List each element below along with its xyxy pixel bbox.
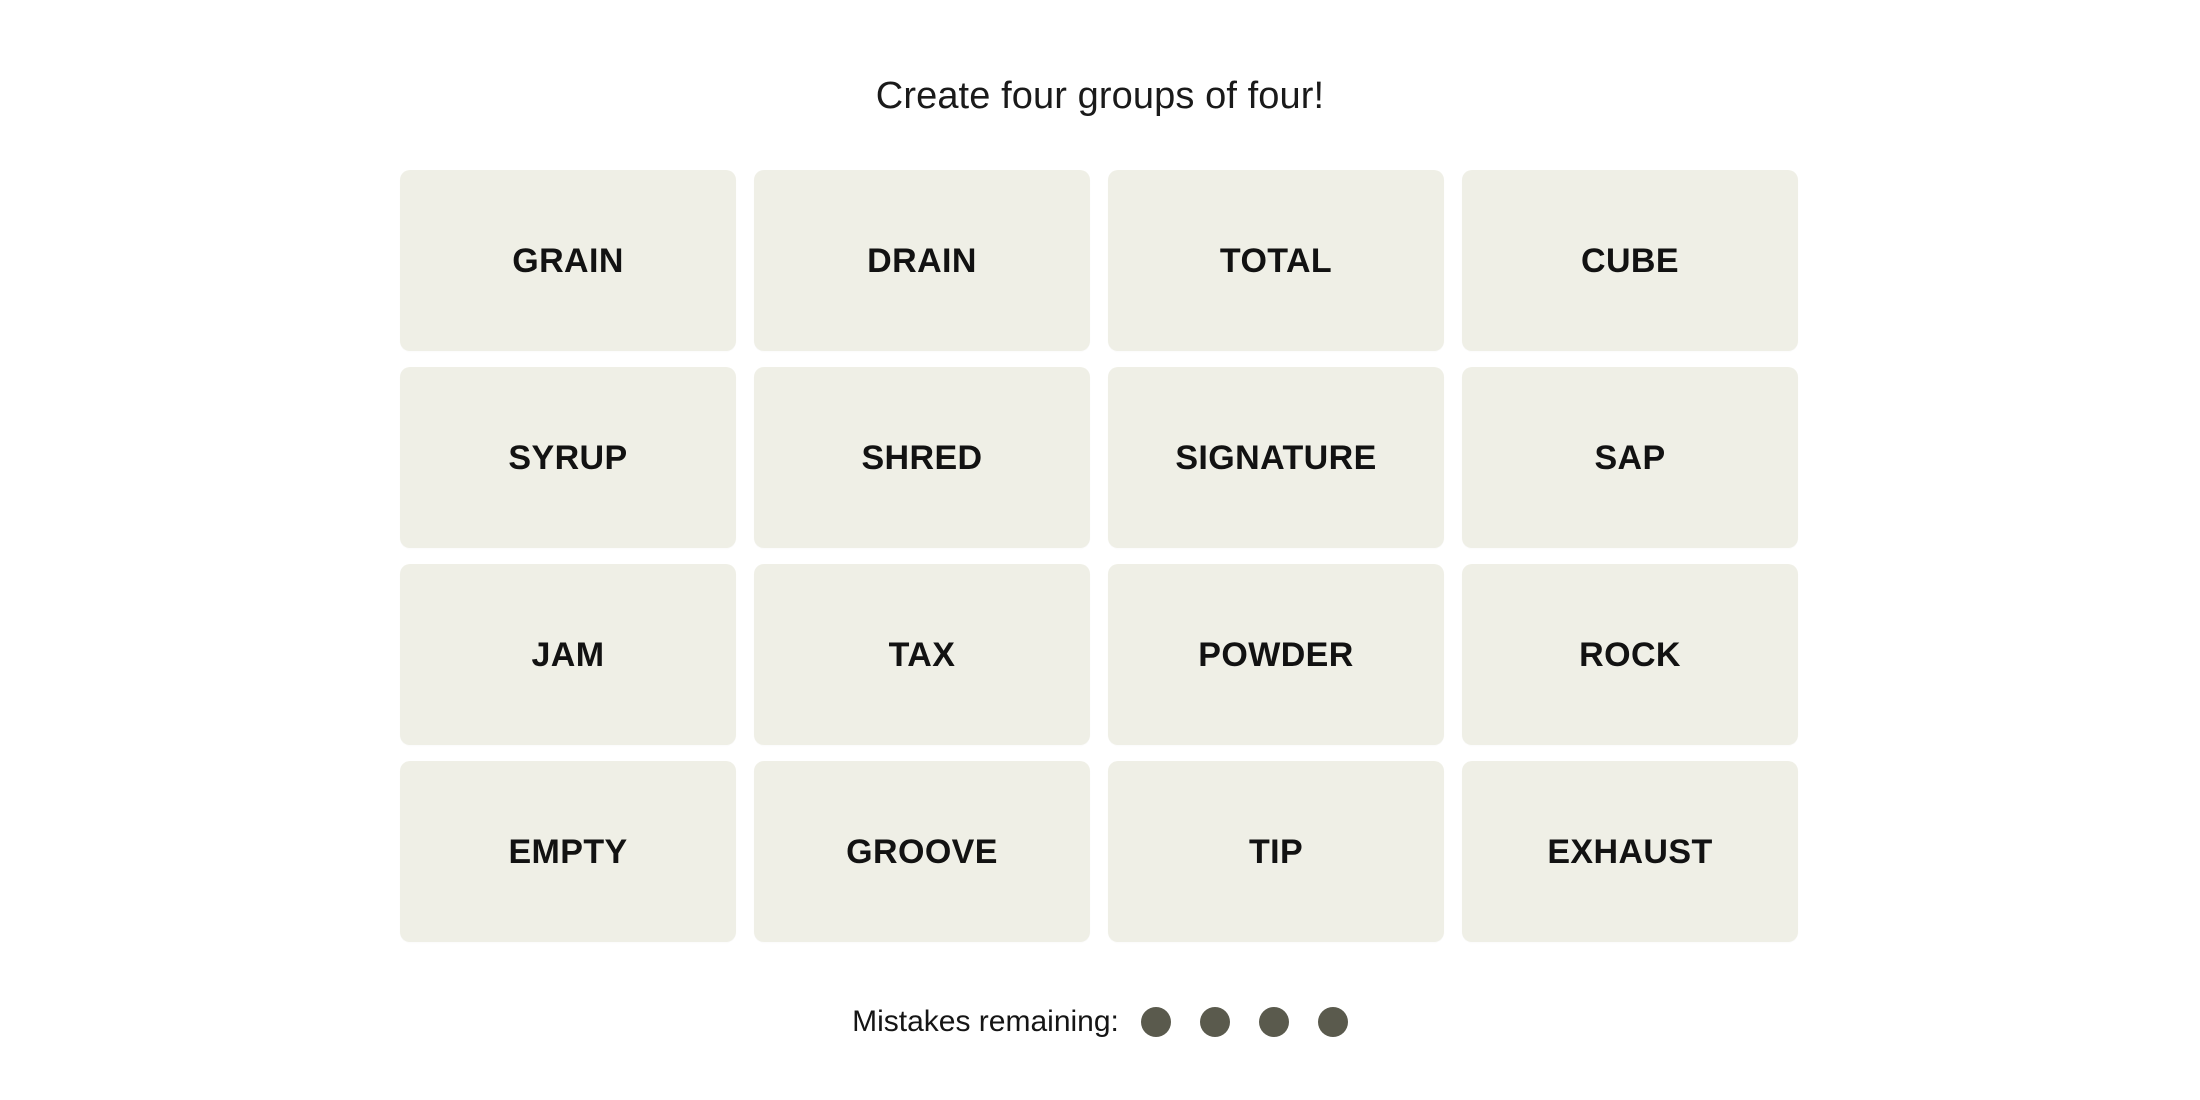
word-tile-label: TOTAL xyxy=(1219,241,1333,280)
word-tile[interactable]: SAP xyxy=(1462,367,1798,548)
mistakes-remaining-row: Mistakes remaining: xyxy=(0,1000,2200,1044)
word-tile[interactable]: POWDER xyxy=(1108,564,1444,745)
word-tile[interactable]: TAX xyxy=(754,564,1090,745)
mistakes-dot-group xyxy=(1140,1007,1348,1037)
word-tile[interactable]: SHRED xyxy=(754,367,1090,548)
mistake-dot-icon xyxy=(1140,1007,1171,1037)
word-tile-label: SIGNATURE xyxy=(1175,438,1377,477)
word-tile-label: JAM xyxy=(531,635,605,674)
mistake-dot-icon xyxy=(1199,1007,1230,1037)
word-tile[interactable]: CUBE xyxy=(1462,170,1798,351)
page-title: Create four groups of four! xyxy=(875,75,1325,117)
word-tile-label: GRAIN xyxy=(512,241,624,280)
mistake-dot-icon xyxy=(1258,1007,1289,1037)
word-tile[interactable]: EMPTY xyxy=(400,761,736,942)
word-tile[interactable]: EXHAUST xyxy=(1462,761,1798,942)
word-tile[interactable]: JAM xyxy=(400,564,736,745)
word-tile-label: POWDER xyxy=(1198,635,1354,674)
word-tile-label: TIP xyxy=(1248,832,1304,871)
word-tile-label: CUBE xyxy=(1581,241,1679,280)
word-tile-label: EXHAUST xyxy=(1547,832,1713,871)
word-tile[interactable]: TIP xyxy=(1108,761,1444,942)
word-tile-label: SHRED xyxy=(861,438,983,477)
word-tile[interactable]: GRAIN xyxy=(400,170,736,351)
word-tile-label: TAX xyxy=(888,635,956,674)
word-tile-label: GROOVE xyxy=(846,832,998,871)
word-tile-label: SYRUP xyxy=(508,438,628,477)
word-tile[interactable]: GROOVE xyxy=(754,761,1090,942)
connections-game-page: Create four groups of four! GRAIN DRAIN TO… xyxy=(0,0,2200,1100)
word-tile[interactable]: SYRUP xyxy=(400,367,736,548)
word-grid: GRAIN DRAIN TOTAL CUBE SYRUP SHRED SIGNATURE SA… xyxy=(400,170,1798,942)
word-tile[interactable]: DRAIN xyxy=(754,170,1090,351)
word-tile-label: SAP xyxy=(1594,438,1666,477)
word-tile[interactable]: SIGNATURE xyxy=(1108,367,1444,548)
word-tile[interactable]: TOTAL xyxy=(1108,170,1444,351)
mistakes-remaining-label: Mistakes remaining: xyxy=(852,1005,1119,1038)
word-tile-label: ROCK xyxy=(1579,635,1681,674)
word-tile[interactable]: ROCK xyxy=(1462,564,1798,745)
word-tile-label: DRAIN xyxy=(867,241,977,280)
word-tile-label: EMPTY xyxy=(508,832,628,871)
mistake-dot-icon xyxy=(1317,1007,1348,1037)
